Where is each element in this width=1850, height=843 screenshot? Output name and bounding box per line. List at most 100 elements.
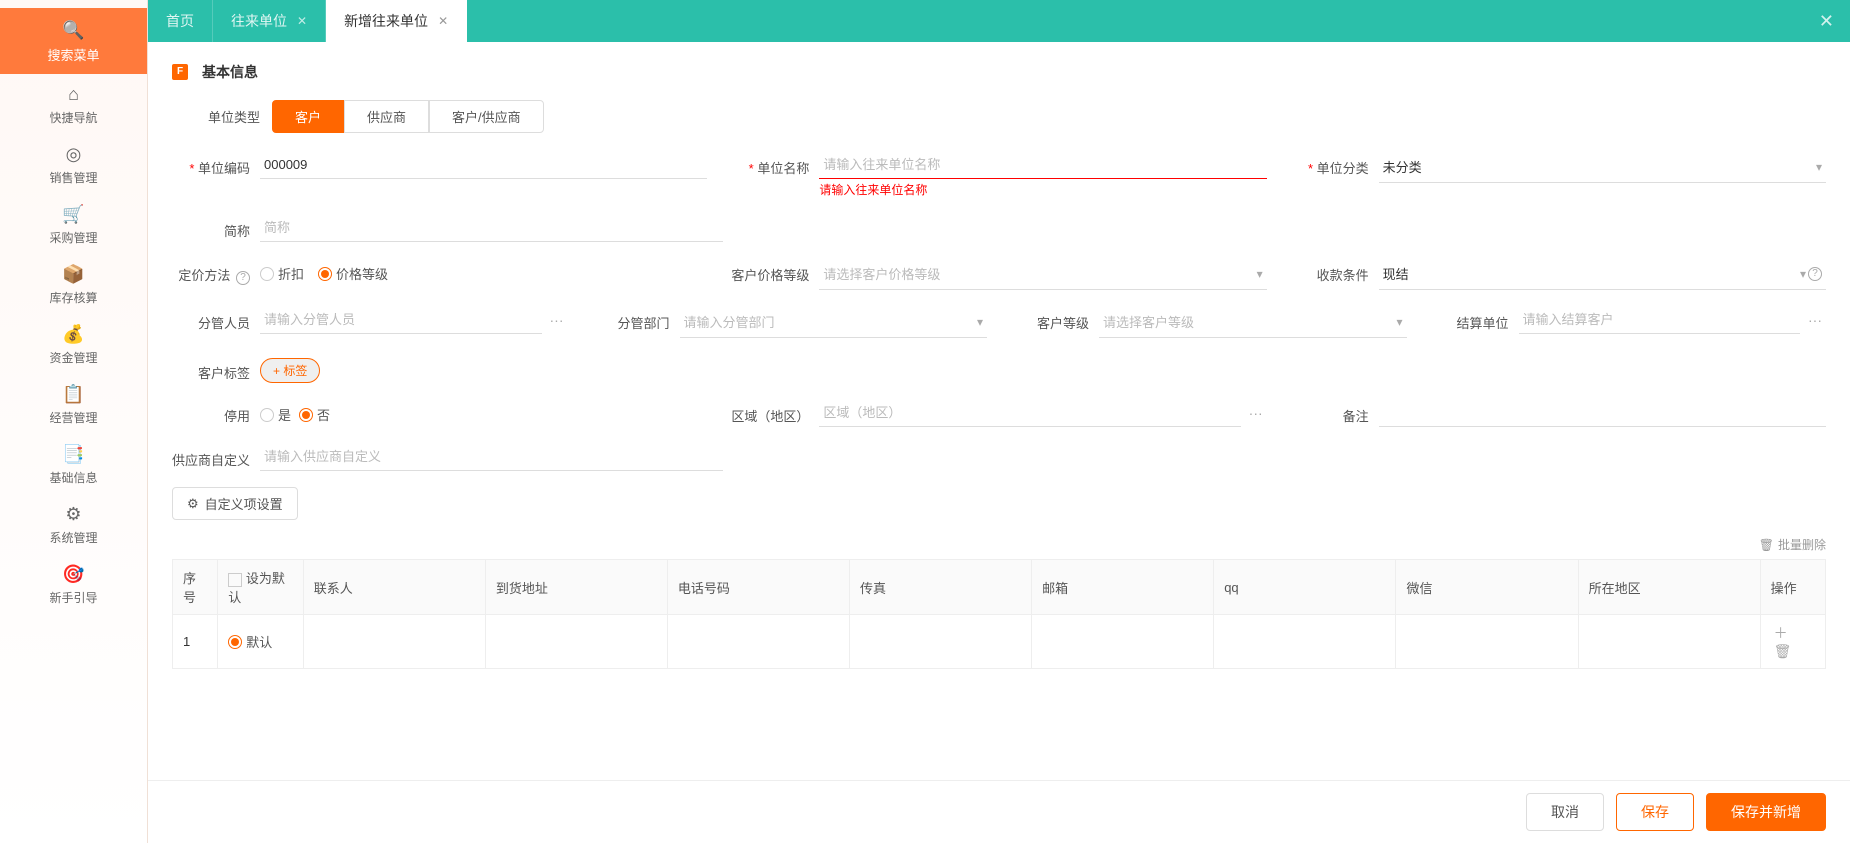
unit-category-select[interactable]: 未分类 ▾ [1379,151,1826,183]
cancel-button[interactable]: 取消 [1526,793,1604,831]
sidebar-item-inventory[interactable]: 📦 库存核算 [0,254,147,314]
section-flag-icon: F [172,64,188,80]
supplier-custom-input[interactable] [260,443,723,471]
radio-stop-no[interactable]: 否 [299,405,330,424]
settlement-unit-more-btn[interactable]: ··· [1804,312,1826,328]
form-row-1: 单位编码 单位名称 请输入往来单位名称 单位分类 未分类 ▾ [172,151,1826,198]
unit-code-input[interactable] [260,151,707,179]
unit-category-field: 未分类 ▾ [1379,151,1826,183]
notes-input[interactable] [1379,399,1826,427]
save-button[interactable]: 保存 [1616,793,1694,831]
tab-partners[interactable]: 往来单位 ✕ [213,0,326,42]
table-row-add-btn[interactable]: ＋ [1771,625,1791,641]
field-short-name: 简称 [172,214,723,242]
short-name-label: 简称 [172,214,260,240]
sidebar-item-label: 采购管理 [49,229,97,246]
sidebar-item-guide[interactable]: 🎯 新手引导 [0,554,147,614]
row-default-circle [228,635,242,649]
radio-price-level-label: 价格等级 [336,264,388,283]
unit-code-field [260,151,707,179]
notes-field [1379,399,1826,427]
td-phone-input[interactable] [678,628,839,655]
sidebar-item-purchase[interactable]: 🛒 采购管理 [0,194,147,254]
td-contact [303,615,485,669]
sidebar-item-finance[interactable]: 💰 资金管理 [0,314,147,374]
guide-icon: 🎯 [62,564,84,585]
radio-price-level[interactable]: 价格等级 [318,264,388,283]
sidebar-search-label: 搜索菜单 [47,45,99,64]
pricing-radio-group: 折扣 价格等级 [260,258,707,283]
td-contact-input[interactable] [314,628,475,655]
payment-terms-label: 收款条件 [1291,258,1379,284]
payment-terms-chevron: ▾ [1800,267,1806,281]
region-input[interactable] [819,399,1240,427]
pricing-method-help[interactable]: ? [236,271,250,285]
custom-settings-button[interactable]: ⚙ 自定义项设置 [172,487,298,520]
tab-partners-label: 往来单位 [231,11,287,31]
sidebar-item-label: 库存核算 [49,289,97,306]
tab-new-partner-close[interactable]: ✕ [438,14,448,28]
basic-icon: 📑 [62,444,84,465]
th-region: 所在地区 [1578,560,1760,615]
sidebar-item-system[interactable]: ⚙ 系统管理 [0,494,147,554]
payment-terms-help[interactable]: ? [1808,267,1822,281]
tab-new-partner[interactable]: 新增往来单位 ✕ [326,0,467,42]
tab-close-all[interactable]: ✕ [1803,11,1850,32]
type-btn-both[interactable]: 客户/供应商 [429,100,544,133]
td-address-input[interactable] [496,628,657,655]
save-new-button[interactable]: 保存并新增 [1706,793,1826,831]
add-tag-button[interactable]: + 标签 [260,358,320,383]
tab-partners-close[interactable]: ✕ [297,14,307,28]
manager-input[interactable] [260,306,542,334]
finance-icon: 💰 [62,324,84,345]
sidebar-search[interactable]: 🔍 搜索菜单 [0,8,147,74]
pricing-method-label: 定价方法 ? [172,258,260,285]
radio-discount[interactable]: 折扣 [260,264,304,283]
td-qq-input[interactable] [1224,628,1385,655]
notes-label: 备注 [1291,399,1379,425]
td-qq [1214,615,1396,669]
payment-terms-select[interactable]: 现结 ▾ ? [1379,258,1826,290]
department-placeholder: 请输入分管部门 [684,312,973,331]
field-unit-code: 单位编码 [172,151,707,198]
customer-level-field: 请选择客户等级 ▾ [1099,306,1407,338]
row-default-radio[interactable]: 默认 [228,632,292,651]
customer-level-select[interactable]: 请选择客户等级 ▾ [1099,306,1407,338]
settlement-unit-input[interactable] [1519,306,1801,334]
table-row: 1 默认 ＋ [173,615,1826,669]
customer-price-level-select[interactable]: 请选择客户价格等级 ▾ [819,258,1266,290]
th-fax: 传真 [850,560,1032,615]
department-select[interactable]: 请输入分管部门 ▾ [680,306,988,338]
sidebar-item-label: 基础信息 [49,469,97,486]
stop-radio-group: 是 否 [260,399,707,424]
table-row-delete-btn[interactable]: 🗑 [1771,643,1795,659]
td-fax-input[interactable] [860,628,1021,655]
tab-new-partner-label: 新增往来单位 [344,11,428,31]
td-email-input[interactable] [1042,628,1203,655]
radio-stop-yes[interactable]: 是 [260,405,291,424]
td-wechat-input[interactable] [1406,628,1567,655]
field-customer-level: 客户等级 请选择客户等级 ▾ [1011,306,1407,338]
sidebar-item-label: 新手引导 [49,589,97,606]
sidebar-item-label: 经营管理 [49,409,97,426]
region-field: ··· [819,399,1266,427]
tab-home[interactable]: 首页 [148,0,213,42]
short-name-input[interactable] [260,214,723,242]
sidebar-item-operation[interactable]: 📋 经营管理 [0,374,147,434]
sidebar-item-quick-nav[interactable]: ⌂ 快捷导航 [0,74,147,134]
batch-delete-row[interactable]: 🗑 批量删除 [172,536,1826,553]
tag-field: + 标签 [260,354,320,383]
contacts-table: 序号 设为默认 联系人 到货地址 电话号码 传真 邮箱 qq 微信 所在地区 操… [172,559,1826,669]
type-btn-supplier[interactable]: 供应商 [344,100,429,133]
payment-terms-value: 现结 [1383,264,1796,283]
sidebar-item-basic[interactable]: 📑 基础信息 [0,434,147,494]
type-btn-customer[interactable]: 客户 [272,100,344,133]
unit-name-input[interactable] [819,151,1266,179]
sidebar-item-sales[interactable]: ◎ 销售管理 [0,134,147,194]
unit-name-error: 请输入往来单位名称 [819,181,1266,198]
th-qq: qq [1214,560,1396,615]
td-region-input[interactable] [1589,628,1750,655]
manager-more-btn[interactable]: ··· [546,312,568,328]
region-more-btn[interactable]: ··· [1245,405,1267,421]
radio-stop-yes-label: 是 [278,405,291,424]
